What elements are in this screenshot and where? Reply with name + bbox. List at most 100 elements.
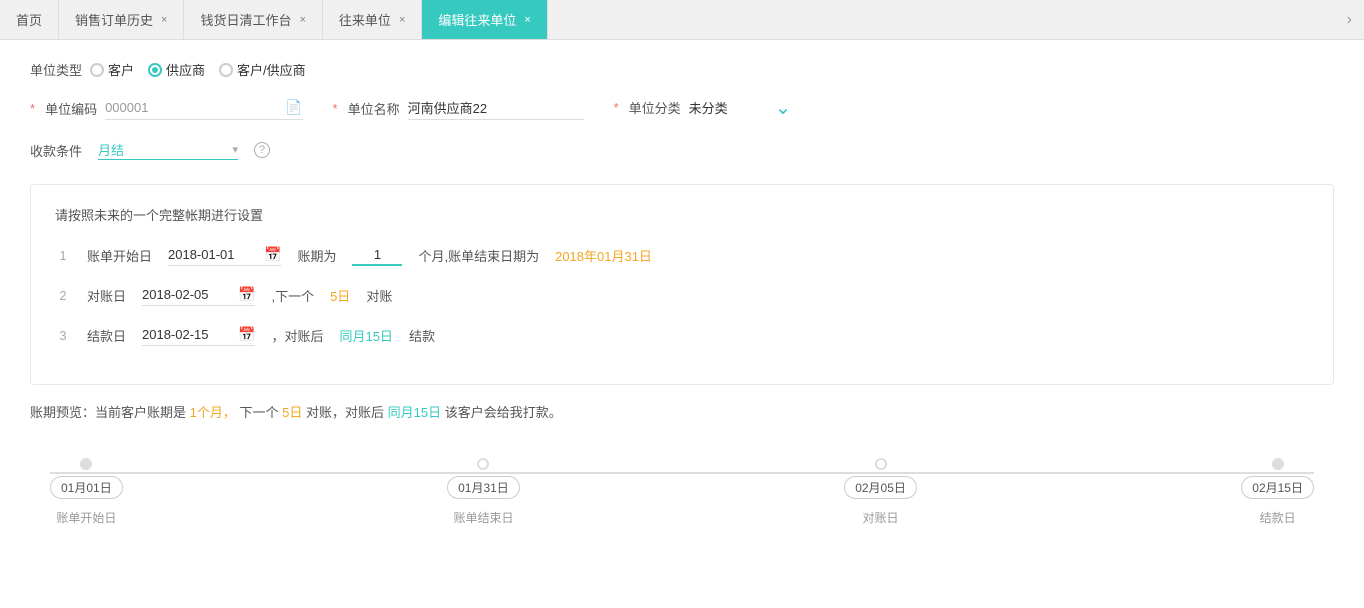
radio-supplier-label: 供应商	[166, 60, 205, 79]
timeline-point-1: 01月01日 账单开始日	[50, 458, 123, 526]
payment-terms-select[interactable]: 月结 ▾	[98, 140, 238, 160]
payment-suffix-pre: ，对账后	[271, 326, 323, 345]
timeline-point-2: 01月31日 账单结束日	[447, 458, 520, 526]
period-input-box	[352, 245, 402, 266]
timeline-label-1: 账单开始日	[56, 509, 116, 526]
timeline-label-2: 账单结束日	[453, 509, 513, 526]
preview-prefix: 账期预览：当前客户账期是	[30, 405, 186, 420]
period-value-input[interactable]	[352, 245, 402, 266]
timeline-badge-3: 02月05日	[844, 476, 917, 499]
payment-terms-chevron-icon: ▾	[232, 143, 238, 156]
settings-box: 请按照未来的一个完整帐期进行设置 1 账单开始日 📅 账期为 个月,账单结束日期…	[30, 184, 1334, 385]
preview-text: 账期预览：当前客户账期是 1个月， 下一个 5日 对账，对账后 同月15日 该客…	[30, 401, 1334, 424]
radio-supplier[interactable]: 供应商	[148, 60, 205, 79]
payment-date-input-box: 📅	[142, 324, 255, 346]
payment-terms-group: 收款条件 月结 ▾ ?	[30, 140, 270, 160]
preview-part1-suffix: 下一个	[240, 405, 279, 420]
tab-edit-partner-unit-close-icon[interactable]: ×	[524, 14, 530, 26]
unit-type-row: 单位类型 客户 供应商 客户/供应商	[30, 60, 1334, 79]
tab-cash-ledger-close-icon[interactable]: ×	[299, 14, 305, 26]
unit-code-icon[interactable]: 📄	[285, 99, 302, 116]
timeline-dot-3	[875, 458, 887, 470]
payment-terms-value: 月结	[98, 140, 226, 159]
radio-supplier-circle	[148, 63, 162, 77]
row-1-num: 1	[55, 248, 71, 263]
timeline-badge-1: 01月01日	[50, 476, 123, 499]
start-date-calendar-icon[interactable]: 📅	[264, 246, 281, 263]
unit-code-input-wrapper: 📄	[105, 96, 302, 120]
radio-customer-supplier[interactable]: 客户/供应商	[219, 60, 306, 79]
settings-row-1: 1 账单开始日 📅 账期为 个月,账单结束日期为 2018年01月31日	[55, 244, 1309, 266]
unit-category-label: 单位分类	[629, 98, 681, 117]
timeline-points: 01月01日 账单开始日 01月31日 账单结束日 02月05日 对账日 02月…	[50, 458, 1314, 526]
timeline-label-3: 对账日	[863, 509, 899, 526]
reconcile-date-input[interactable]	[142, 287, 232, 302]
timeline-badge-2: 01月31日	[447, 476, 520, 499]
preview-part1: 1个月，	[190, 405, 236, 420]
row-2-label: 对账日	[87, 286, 126, 305]
unit-category-select[interactable]: 未分类 ⌄	[689, 95, 809, 120]
tab-edit-partner-unit-label: 编辑往来单位	[438, 10, 516, 29]
radio-customer[interactable]: 客户	[90, 60, 134, 79]
settings-box-title: 请按照未来的一个完整帐期进行设置	[55, 205, 1309, 224]
reconcile-suffix-pre: ,下一个	[271, 286, 314, 305]
unit-name-star: *	[333, 101, 338, 116]
start-date-input[interactable]	[168, 247, 258, 262]
radio-customer-supplier-label: 客户/供应商	[237, 60, 306, 79]
payment-date-input[interactable]	[142, 327, 232, 342]
preview-part2-suffix: 对账，对账后	[306, 405, 384, 420]
tabs-bar: 首页 销售订单历史 × 钱货日清工作台 × 往来单位 × 编辑往来单位 × ›	[0, 0, 1364, 40]
row-2-num: 2	[55, 288, 71, 303]
payment-terms-label: 收款条件	[30, 141, 82, 160]
tab-partner-units-close-icon[interactable]: ×	[399, 14, 405, 26]
unit-category-group: * 单位分类 未分类 ⌄	[614, 95, 809, 120]
unit-info-row: * 单位编码 📄 * 单位名称 * 单位分类 未分类 ⌄	[30, 95, 1334, 120]
unit-type-group: 单位类型 客户 供应商 客户/供应商	[30, 60, 306, 79]
tab-partner-units-label: 往来单位	[339, 10, 391, 29]
tab-cash-ledger[interactable]: 钱货日清工作台 ×	[184, 0, 322, 39]
radio-customer-supplier-circle	[219, 63, 233, 77]
timeline-label-4: 结款日	[1260, 509, 1296, 526]
unit-name-input[interactable]	[408, 96, 584, 120]
start-date-input-box: 📅	[168, 244, 281, 266]
preview-part2: 5日	[282, 405, 302, 420]
reconcile-suffix-post: 对账	[366, 286, 392, 305]
tab-edit-partner-unit[interactable]: 编辑往来单位 ×	[422, 0, 547, 39]
tab-sales-order-history-close-icon[interactable]: ×	[161, 14, 167, 26]
timeline-dot-4	[1272, 458, 1284, 470]
preview-suffix: 该客户会给我打款。	[445, 405, 562, 420]
period-label: 账期为	[297, 246, 336, 265]
payment-date-calendar-icon[interactable]: 📅	[238, 326, 255, 343]
payment-terms-help-icon[interactable]: ?	[254, 142, 270, 158]
tab-sales-order-history[interactable]: 销售订单历史 ×	[59, 0, 184, 39]
unit-category-star: *	[614, 100, 619, 115]
unit-code-label: 单位编码	[45, 99, 97, 118]
tab-home[interactable]: 首页	[0, 0, 59, 39]
unit-type-label: 单位类型	[30, 60, 82, 79]
payment-suffix-post: 结款	[409, 326, 435, 345]
tab-home-label: 首页	[16, 10, 42, 29]
payment-day: 同月15日	[339, 326, 392, 345]
reconcile-date-input-box: 📅	[142, 284, 255, 306]
timeline-point-3: 02月05日 对账日	[844, 458, 917, 526]
preview-part3: 同月15日	[388, 405, 441, 420]
timeline-container: 01月01日 账单开始日 01月31日 账单结束日 02月05日 对账日 02月…	[30, 448, 1334, 526]
tab-cash-ledger-label: 钱货日清工作台	[200, 10, 291, 29]
row-3-label: 结款日	[87, 326, 126, 345]
payment-terms-row: 收款条件 月结 ▾ ?	[30, 140, 1334, 160]
tab-partner-units[interactable]: 往来单位 ×	[323, 0, 422, 39]
row-1-label: 账单开始日	[87, 246, 152, 265]
period-end-date: 2018年01月31日	[555, 246, 652, 265]
settings-row-3: 3 结款日 📅 ，对账后 同月15日 结款	[55, 324, 1309, 346]
reconcile-day: 5日	[330, 286, 350, 305]
radio-customer-circle	[90, 63, 104, 77]
tabs-more-button[interactable]: ›	[1335, 11, 1364, 29]
unit-name-group: * 单位名称	[333, 96, 584, 120]
tab-sales-order-history-label: 销售订单历史	[75, 10, 153, 29]
unit-code-input[interactable]	[105, 96, 285, 119]
reconcile-date-calendar-icon[interactable]: 📅	[238, 286, 255, 303]
timeline-dot-1	[80, 458, 92, 470]
content-area: 单位类型 客户 供应商 客户/供应商 * 单位编码	[0, 40, 1364, 608]
timeline-badge-4: 02月15日	[1241, 476, 1314, 499]
unit-name-label: 单位名称	[348, 99, 400, 118]
